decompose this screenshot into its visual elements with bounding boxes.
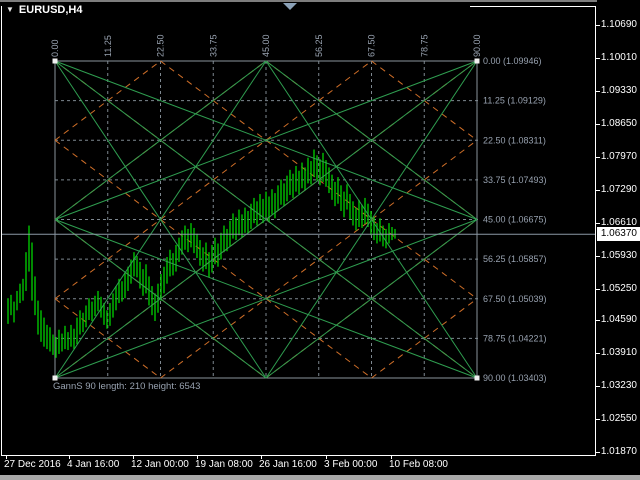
- price-axis-label: 1.09330: [600, 84, 637, 96]
- gann-angle-label: 56.25: [314, 34, 324, 57]
- price-axis-label: 1.06610: [600, 216, 637, 228]
- gann-anchor-handle[interactable]: [52, 58, 58, 64]
- gann-angle-label: 22.50: [156, 34, 166, 57]
- time-axis-tick: [69, 455, 70, 459]
- chart-plot-area[interactable]: 0.00 11.25 22.50 33.75 45.00 56.25 67.50 78.75 9…: [0, 0, 597, 456]
- time-axis-tick: [197, 455, 198, 459]
- price-axis-tick: [596, 90, 600, 92]
- gann-level-label: 11.25 (1.09129): [483, 96, 546, 106]
- price-axis-tick: [596, 255, 600, 257]
- gann-level-label: 78.75 (1.04221): [483, 333, 547, 343]
- price-axis[interactable]: 1.06370 1.10690 1.10010 1.09330 1.08650 1.07…: [596, 0, 640, 457]
- gann-level-label: 45.00 (1.06675): [483, 215, 547, 225]
- chart-window: ▼ EURUSD,H4 0.00 11.25 22.50 33.75 45.00 56.2…: [0, 0, 640, 480]
- time-axis-tick: [261, 455, 262, 459]
- symbol-title-label: EURUSD,H4: [18, 4, 83, 16]
- symbol-dropdown-icon[interactable]: ▼: [6, 6, 14, 14]
- price-axis-tick: [596, 419, 600, 421]
- time-axis-label: 27 Dec 2016: [4, 459, 61, 470]
- gann-level-label: 33.75 (1.07493): [483, 175, 547, 185]
- gann-anchor-handle[interactable]: [474, 58, 480, 64]
- price-axis-tick: [596, 288, 600, 290]
- price-axis-label: 1.10690: [600, 18, 637, 30]
- time-axis-label: 26 Jan 16:00: [259, 459, 317, 470]
- time-axis-tick: [326, 455, 327, 459]
- gann-level-label: 56.25 (1.05857): [483, 254, 547, 264]
- gann-anchor-handle[interactable]: [52, 375, 58, 381]
- price-axis-tick: [596, 57, 600, 59]
- gann-caption: GannS 90 length: 210 height: 6543: [53, 381, 200, 392]
- symbol-title[interactable]: ▼ EURUSD,H4: [6, 4, 83, 16]
- window-bottom-edge: [0, 475, 640, 480]
- time-axis-label: 3 Feb 00:00: [324, 459, 378, 470]
- time-axis-tick: [391, 455, 392, 459]
- current-price-badge: 1.06370: [597, 227, 640, 242]
- price-axis-label: 1.07290: [600, 183, 637, 195]
- price-axis-label: 1.10010: [600, 51, 637, 63]
- price-axis-tick: [596, 353, 600, 355]
- price-axis-tick: [596, 320, 600, 322]
- gann-angle-label: 90.00: [472, 34, 482, 57]
- price-axis-tick: [596, 24, 600, 26]
- gann-angle-label: 11.25: [103, 35, 113, 57]
- gann-angle-label: 67.50: [367, 34, 377, 57]
- time-axis-tick: [6, 455, 7, 459]
- gann-angle-label: 0.00: [50, 39, 60, 57]
- time-axis-label: 12 Jan 00:00: [131, 459, 189, 470]
- chart-shift-marker-icon[interactable]: [283, 3, 297, 10]
- price-axis-label: 1.05930: [600, 249, 637, 261]
- gann-anchor-handle[interactable]: [474, 375, 480, 381]
- price-axis-label: 1.07970: [600, 150, 637, 162]
- gann-angle-label: 78.75: [419, 34, 429, 57]
- price-axis-tick: [596, 123, 600, 125]
- gann-level-label: 67.50 (1.05039): [483, 294, 547, 304]
- price-axis-tick: [596, 452, 600, 454]
- time-axis-label: 4 Jan 16:00: [67, 459, 120, 470]
- price-axis-label: 1.08650: [600, 117, 637, 129]
- gann-angle-label: 33.75: [208, 34, 218, 57]
- price-axis-label: 1.03910: [600, 347, 637, 359]
- time-axis[interactable]: 27 Dec 2016 4 Jan 16:00 12 Jan 00:00 19 Jan…: [0, 455, 640, 475]
- gann-angle-label: 45.00: [261, 34, 271, 57]
- time-axis-tick: [133, 455, 134, 459]
- price-axis-tick: [596, 156, 600, 158]
- price-axis-label: 1.03230: [600, 380, 637, 392]
- price-axis-tick: [596, 386, 600, 388]
- gann-level-label: 90.00 (1.03403): [483, 373, 547, 383]
- gann-level-label: 22.50 (1.08311): [483, 135, 546, 145]
- price-axis-tick: [596, 222, 600, 224]
- price-axis-label: 1.05250: [600, 282, 637, 294]
- price-axis-label: 1.04590: [600, 314, 637, 326]
- price-axis-tick: [596, 189, 600, 191]
- time-axis-label: 10 Feb 08:00: [389, 459, 448, 470]
- gann-level-label: 0.00 (1.09946): [483, 56, 542, 66]
- time-axis-label: 19 Jan 08:00: [195, 459, 253, 470]
- price-axis-label: 1.02550: [600, 413, 637, 425]
